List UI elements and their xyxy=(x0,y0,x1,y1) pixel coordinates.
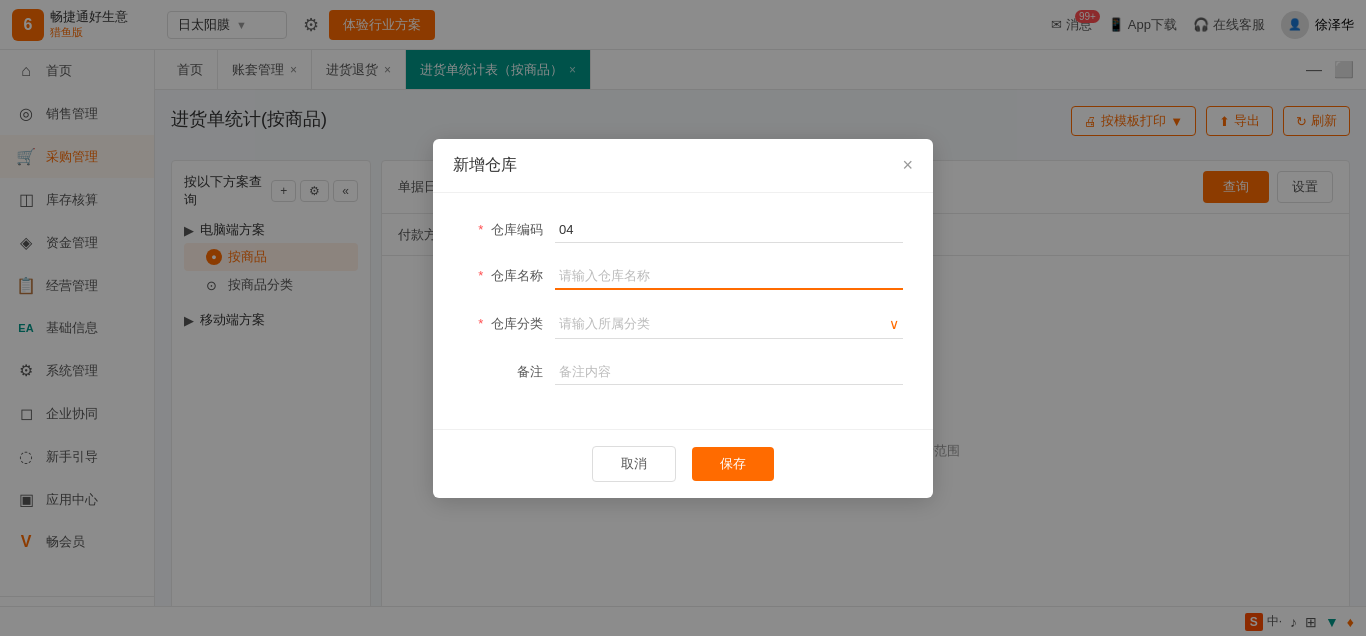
cancel-button[interactable]: 取消 xyxy=(592,446,676,482)
warehouse-name-input[interactable] xyxy=(555,263,903,290)
note-control xyxy=(555,359,903,385)
category-control: 请输入所属分类 ∨ xyxy=(555,310,903,339)
modal-footer: 取消 保存 xyxy=(433,429,933,498)
note-label: 备注 xyxy=(463,363,543,381)
warehouse-code-input[interactable] xyxy=(555,217,903,243)
code-control xyxy=(555,217,903,243)
add-warehouse-modal: 新增仓库 × * 仓库编码 * 仓库名称 xyxy=(433,139,933,498)
name-control xyxy=(555,263,903,290)
category-required-mark: * xyxy=(478,316,483,331)
warehouse-note-input[interactable] xyxy=(555,359,903,385)
warehouse-name-row: * 仓库名称 xyxy=(463,263,903,290)
modal-title: 新增仓库 xyxy=(453,155,517,176)
modal-close-btn[interactable]: × xyxy=(902,155,913,176)
name-required-mark: * xyxy=(478,268,483,283)
warehouse-note-row: 备注 xyxy=(463,359,903,385)
category-chevron-icon: ∨ xyxy=(889,316,899,332)
name-label: * 仓库名称 xyxy=(463,267,543,285)
warehouse-category-row: * 仓库分类 请输入所属分类 ∨ xyxy=(463,310,903,339)
category-placeholder: 请输入所属分类 xyxy=(559,315,650,333)
category-select[interactable]: 请输入所属分类 ∨ xyxy=(555,310,903,339)
category-form-label: * 仓库分类 xyxy=(463,315,543,333)
warehouse-code-row: * 仓库编码 xyxy=(463,217,903,243)
modal-overlay: 新增仓库 × * 仓库编码 * 仓库名称 xyxy=(0,0,1366,636)
code-label: * 仓库编码 xyxy=(463,221,543,239)
modal-header: 新增仓库 × xyxy=(433,139,933,193)
code-required-mark: * xyxy=(478,222,483,237)
modal-body: * 仓库编码 * 仓库名称 * xyxy=(433,193,933,429)
save-button[interactable]: 保存 xyxy=(692,447,774,481)
